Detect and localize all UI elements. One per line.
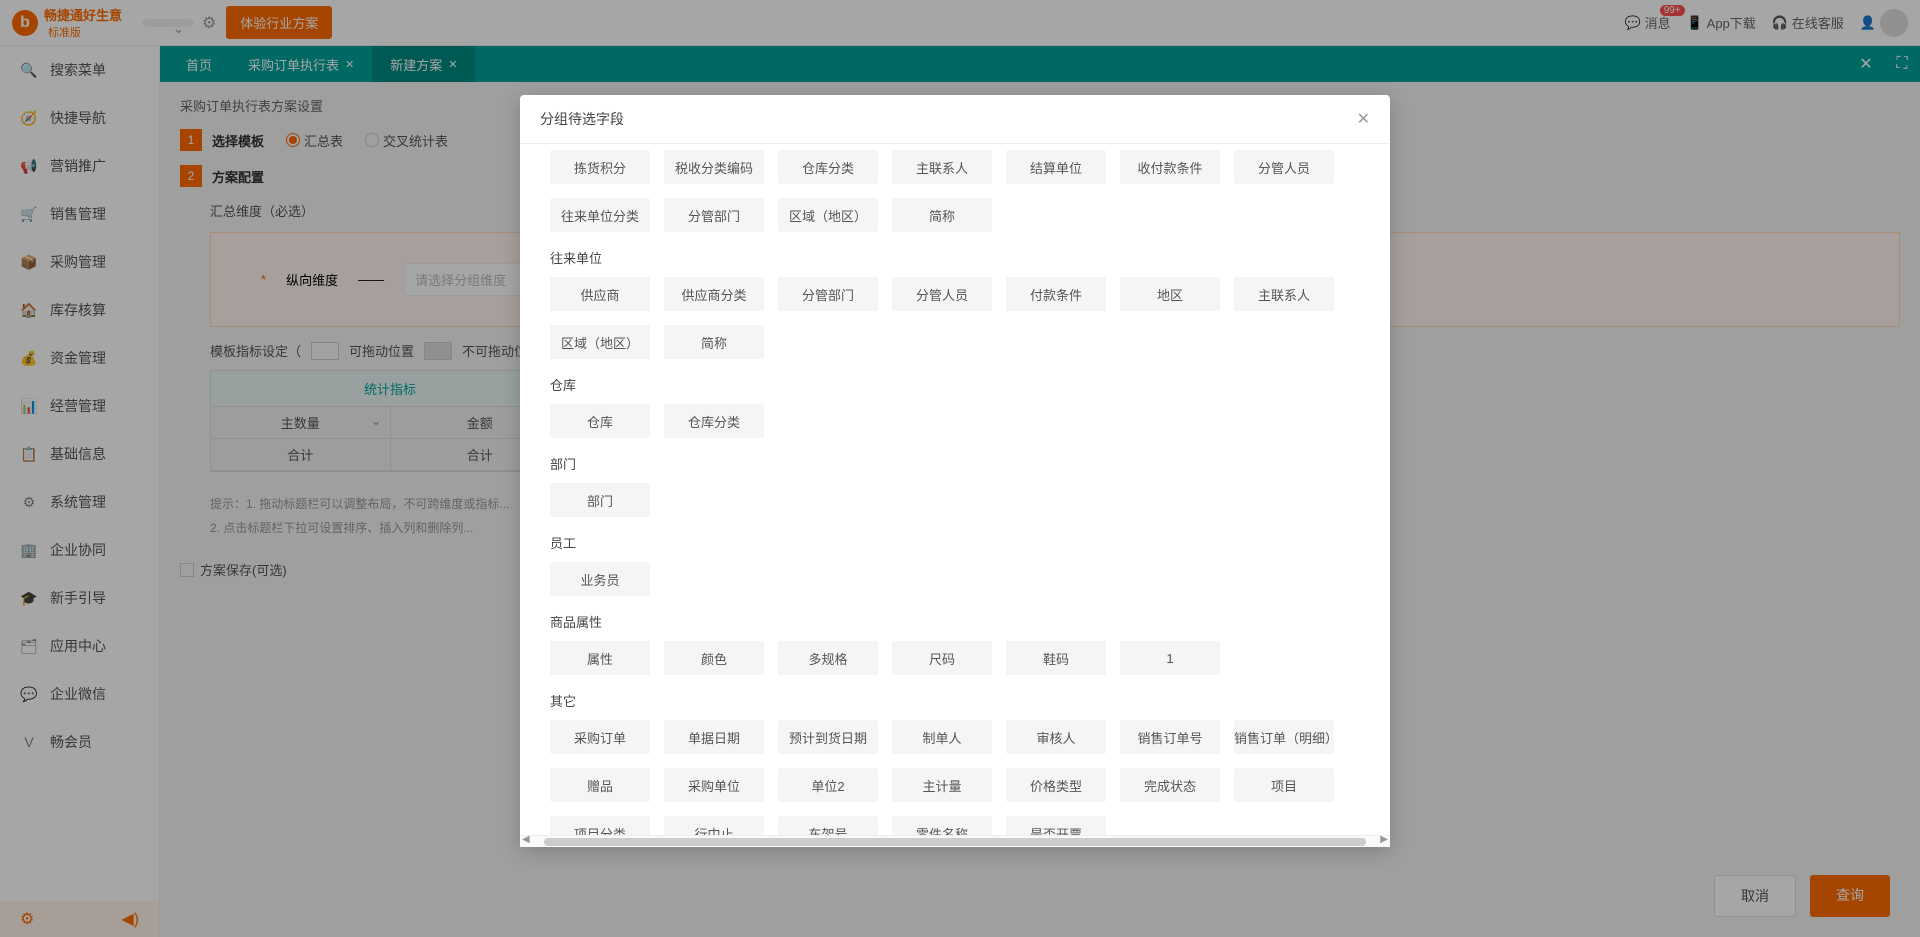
field-chip[interactable]: 鞋码 bbox=[1006, 641, 1106, 675]
field-row: 供应商供应商分类分管部门分管人员付款条件地区主联系人区域（地区） 简称 bbox=[550, 277, 1360, 359]
field-chip[interactable]: 简称 bbox=[892, 198, 992, 232]
field-chip[interactable]: 审核人 bbox=[1006, 720, 1106, 754]
field-chip[interactable]: 属性 bbox=[550, 641, 650, 675]
field-chip[interactable]: 行中止 bbox=[664, 816, 764, 835]
field-group-title: 其它 bbox=[550, 691, 1360, 710]
field-chip[interactable]: 车架号 bbox=[778, 816, 878, 835]
field-chip[interactable]: 预计到货日期 bbox=[778, 720, 878, 754]
modal-body[interactable]: 拣货积分税收分类编码仓库分类主联系人结算单位收付款条件分管人员往来单位分类分管部… bbox=[520, 144, 1390, 835]
field-chip[interactable]: 主计量 bbox=[892, 768, 992, 802]
field-chip[interactable]: 结算单位 bbox=[1006, 150, 1106, 184]
field-chip[interactable]: 拣货积分 bbox=[550, 150, 650, 184]
field-chip[interactable]: 多规格 bbox=[778, 641, 878, 675]
field-chip[interactable]: 价格类型 bbox=[1006, 768, 1106, 802]
field-chip[interactable]: 完成状态 bbox=[1120, 768, 1220, 802]
modal-h-scrollbar[interactable] bbox=[520, 835, 1390, 847]
field-row: 业务员 bbox=[550, 562, 1360, 596]
field-group-title: 员工 bbox=[550, 533, 1360, 552]
field-group-title: 部门 bbox=[550, 454, 1360, 473]
field-chip[interactable]: 项目分类 bbox=[550, 816, 650, 835]
field-chip[interactable]: 采购单位 bbox=[664, 768, 764, 802]
field-chip[interactable]: 供应商分类 bbox=[664, 277, 764, 311]
field-chip[interactable]: 分管部门 bbox=[664, 198, 764, 232]
field-chip[interactable]: 项目 bbox=[1234, 768, 1334, 802]
field-chip[interactable]: 销售订单号 bbox=[1120, 720, 1220, 754]
field-chip[interactable]: 业务员 bbox=[550, 562, 650, 596]
field-chip[interactable]: 付款条件 bbox=[1006, 277, 1106, 311]
field-chip[interactable]: 部门 bbox=[550, 483, 650, 517]
field-chip[interactable]: 颜色 bbox=[664, 641, 764, 675]
field-chip[interactable]: 区域（地区） bbox=[550, 325, 650, 359]
field-chip[interactable]: 往来单位分类 bbox=[550, 198, 650, 232]
field-chip[interactable]: 销售订单（明细） bbox=[1234, 720, 1334, 754]
field-row: 拣货积分税收分类编码仓库分类主联系人结算单位收付款条件分管人员往来单位分类分管部… bbox=[550, 150, 1360, 232]
field-chip[interactable]: 收付款条件 bbox=[1120, 150, 1220, 184]
field-chip[interactable]: 区域（地区） bbox=[778, 198, 878, 232]
field-group-title: 仓库 bbox=[550, 375, 1360, 394]
field-chip[interactable]: 主联系人 bbox=[1234, 277, 1334, 311]
field-chip[interactable]: 税收分类编码 bbox=[664, 150, 764, 184]
field-chip[interactable]: 单位2 bbox=[778, 768, 878, 802]
field-chip[interactable]: 制单人 bbox=[892, 720, 992, 754]
field-chip[interactable]: 主联系人 bbox=[892, 150, 992, 184]
field-chip[interactable]: 仓库分类 bbox=[778, 150, 878, 184]
field-chip[interactable]: 1 bbox=[1120, 641, 1220, 675]
field-row: 属性颜色多规格尺码鞋码 1 bbox=[550, 641, 1360, 675]
field-chip[interactable]: 零件名称 bbox=[892, 816, 992, 835]
field-row: 部门 bbox=[550, 483, 1360, 517]
modal-title: 分组待选字段 bbox=[540, 109, 624, 129]
field-chip[interactable]: 单据日期 bbox=[664, 720, 764, 754]
field-chip[interactable]: 采购订单 bbox=[550, 720, 650, 754]
field-row: 仓库仓库分类 bbox=[550, 404, 1360, 438]
field-chip[interactable]: 地区 bbox=[1120, 277, 1220, 311]
field-chip[interactable]: 赠品 bbox=[550, 768, 650, 802]
field-group-title: 商品属性 bbox=[550, 612, 1360, 631]
field-chip[interactable]: 分管人员 bbox=[892, 277, 992, 311]
field-picker-modal: 分组待选字段 ✕ 拣货积分税收分类编码仓库分类主联系人结算单位收付款条件分管人员… bbox=[520, 95, 1390, 847]
modal-header: 分组待选字段 ✕ bbox=[520, 95, 1390, 144]
field-chip[interactable]: 供应商 bbox=[550, 277, 650, 311]
field-chip[interactable]: 分管人员 bbox=[1234, 150, 1334, 184]
field-chip[interactable]: 仓库 bbox=[550, 404, 650, 438]
field-chip[interactable]: 仓库分类 bbox=[664, 404, 764, 438]
close-icon[interactable]: ✕ bbox=[1357, 109, 1370, 129]
field-group-title: 往来单位 bbox=[550, 248, 1360, 267]
field-chip[interactable]: 简称 bbox=[664, 325, 764, 359]
field-row: 采购订单单据日期预计到货日期制单人审核人销售订单号销售订单（明细） 赠品采购单位单… bbox=[550, 720, 1360, 835]
field-chip[interactable]: 是否开票 bbox=[1006, 816, 1106, 835]
field-chip[interactable]: 分管部门 bbox=[778, 277, 878, 311]
field-chip[interactable]: 尺码 bbox=[892, 641, 992, 675]
